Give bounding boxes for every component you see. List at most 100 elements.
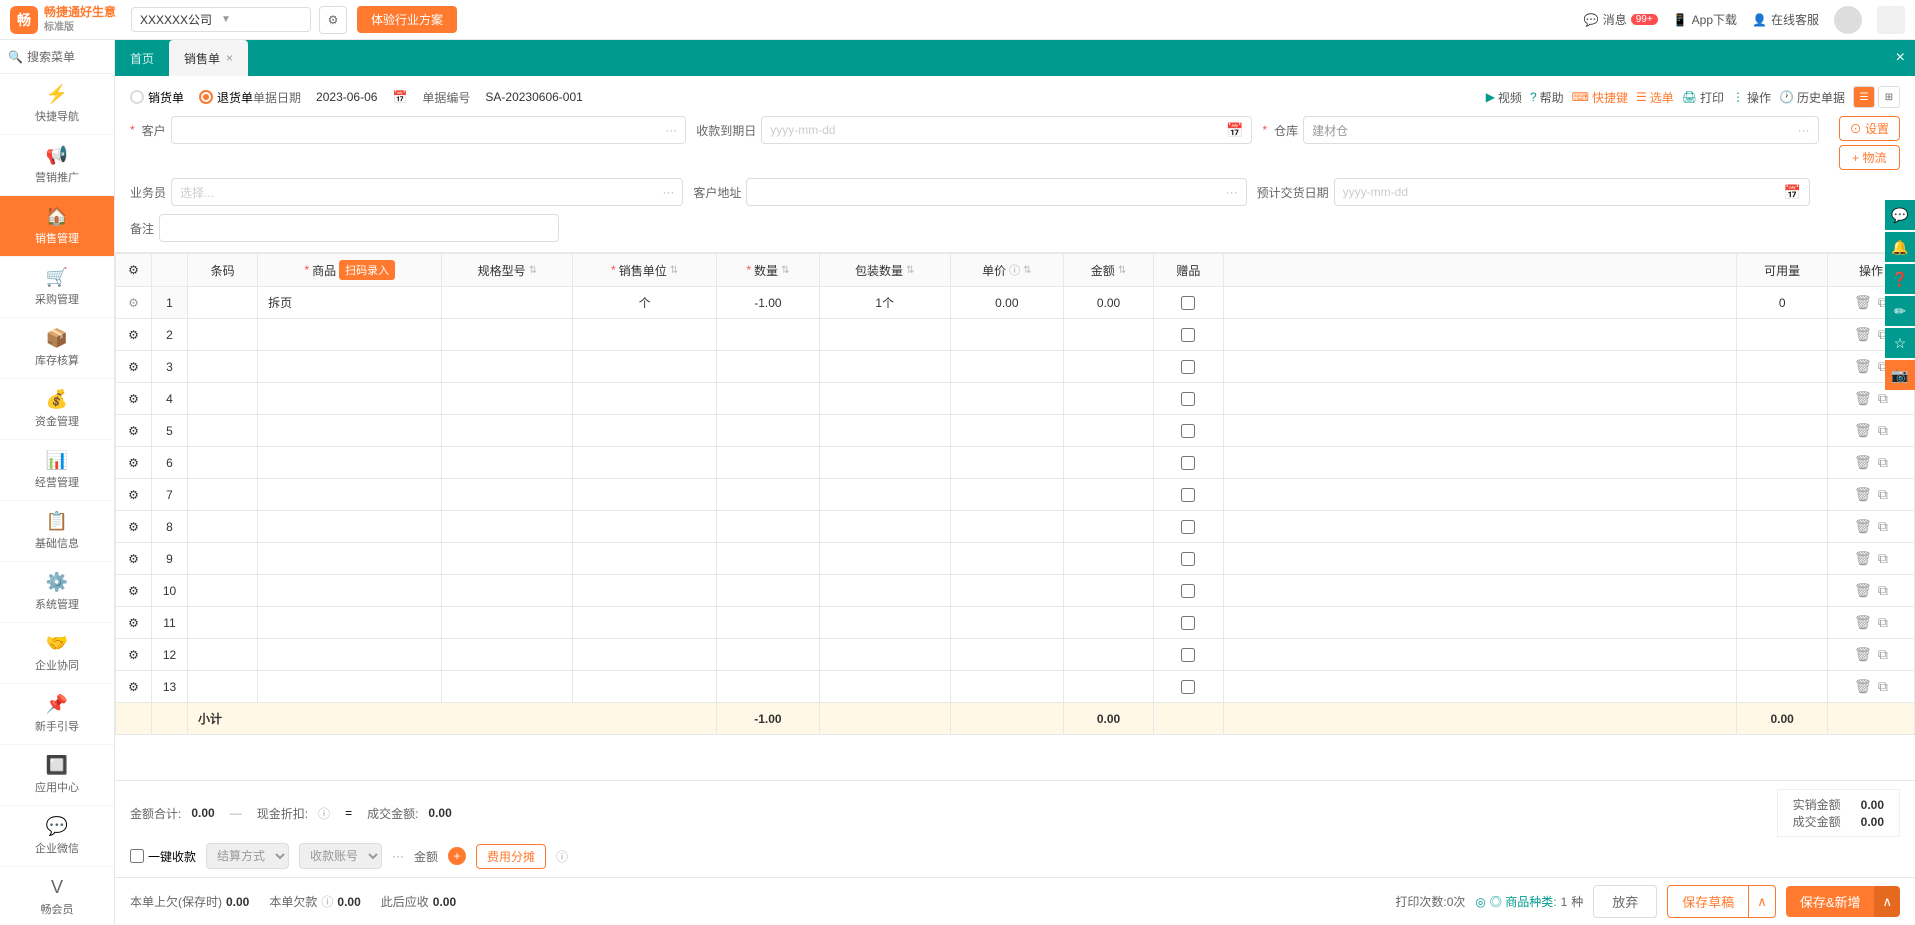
add-payment-button[interactable]: + (448, 847, 466, 865)
delete-icon[interactable]: 🗑 (1854, 678, 1872, 695)
gift-checkbox[interactable] (1181, 552, 1195, 566)
toolbar-select[interactable]: ☰ 选单 (1636, 89, 1674, 106)
toolbar-help[interactable]: ? 帮助 (1530, 89, 1564, 106)
settings-icon[interactable]: ⚙ (319, 6, 347, 34)
help-icon3[interactable]: ⓘ (321, 893, 333, 910)
copy-icon[interactable]: ⧉ (1878, 678, 1888, 695)
sidebar-item-member[interactable]: V 畅会员 (0, 867, 114, 925)
gift-checkbox[interactable] (1181, 616, 1195, 630)
float-btn-3[interactable]: ❓ (1885, 264, 1915, 294)
row-product-1[interactable]: 拆页 (258, 287, 442, 319)
tab-home[interactable]: 首页 (115, 40, 169, 76)
gift-checkbox[interactable] (1181, 456, 1195, 470)
delivery-date-input[interactable]: yyyy-mm-dd 📅 (1334, 178, 1810, 206)
fenyong-button[interactable]: 费用分摊 (476, 844, 546, 869)
sidebar-item-basic[interactable]: 📋 基础信息 (0, 501, 114, 562)
scan-button[interactable]: 扫码录入 (339, 260, 395, 280)
sidebar-item-newguide[interactable]: 📌 新手引导 (0, 684, 114, 745)
float-btn-2[interactable]: 🔔 (1885, 232, 1915, 262)
delivery-calendar-icon[interactable]: 📅 (1784, 184, 1801, 201)
customer-input[interactable]: ··· (171, 116, 687, 144)
save-draft-button[interactable]: 保存草稿 (1667, 885, 1749, 918)
gift-checkbox[interactable] (1181, 328, 1195, 342)
remarks-input[interactable] (159, 214, 559, 242)
delete-icon[interactable]: 🗑 (1854, 358, 1872, 375)
copy-icon[interactable]: ⧉ (1878, 518, 1888, 535)
radio-return[interactable]: 退货单 (199, 89, 253, 106)
gift-checkbox[interactable] (1181, 488, 1195, 502)
calendar-icon[interactable]: 📅 (392, 90, 407, 104)
experience-button[interactable]: 体验行业方案 (357, 6, 457, 33)
row-pack-qty-1[interactable]: 1个 (819, 287, 950, 319)
delete-icon[interactable]: 🗑 (1854, 550, 1872, 567)
row-quantity-1[interactable]: -1.00 (717, 287, 820, 319)
row-spec-1[interactable] (442, 287, 573, 319)
salesman-input[interactable]: 选择... ··· (171, 178, 683, 206)
delete-icon[interactable]: 🗑 (1854, 614, 1872, 631)
delete-icon[interactable]: 🗑 (1854, 646, 1872, 663)
delete-icon[interactable]: 🗑 (1854, 486, 1872, 503)
toolbar-print[interactable]: 🖨 打印 (1682, 89, 1724, 106)
one-key-payment-check[interactable] (130, 849, 144, 863)
copy-icon[interactable]: ⧉ (1878, 614, 1888, 631)
gift-checkbox[interactable] (1181, 392, 1195, 406)
delete-icon[interactable]: 🗑 (1854, 422, 1872, 439)
payment-method-select[interactable]: 结算方式 (206, 843, 289, 869)
th-settings[interactable]: ⚙ (116, 254, 152, 287)
delete-icon[interactable]: 🗑 (1854, 390, 1872, 407)
gift-checkbox[interactable] (1181, 424, 1195, 438)
gift-checkbox[interactable] (1181, 648, 1195, 662)
delete-icon-1[interactable]: 🗑 (1854, 294, 1872, 311)
delete-icon[interactable]: 🗑 (1854, 518, 1872, 535)
user-menu-icon[interactable] (1877, 6, 1905, 34)
row-barcode-1[interactable] (188, 287, 258, 319)
gift-checkbox-1[interactable] (1181, 296, 1195, 310)
list-view-icon[interactable]: ☰ (1853, 86, 1875, 108)
sidebar-item-appstore[interactable]: 🔲 应用中心 (0, 745, 114, 806)
logistics-button[interactable]: + 物流 (1839, 145, 1900, 170)
due-date-calendar-icon[interactable]: 📅 (1226, 122, 1243, 139)
tab-sales-order[interactable]: 销售单 × (169, 40, 248, 76)
copy-icon[interactable]: ⧉ (1878, 390, 1888, 407)
float-btn-5[interactable]: ☆ (1885, 328, 1915, 358)
setting-button[interactable]: ⊙ 设置 (1839, 116, 1900, 141)
radio-sales[interactable]: 销货单 (130, 89, 184, 106)
customer-dots-icon[interactable]: ··· (665, 123, 677, 137)
gift-checkbox[interactable] (1181, 520, 1195, 534)
float-btn-1[interactable]: 💬 (1885, 200, 1915, 230)
row-settings-1[interactable]: ⚙ (116, 287, 152, 319)
address-dots-icon[interactable]: ··· (1226, 185, 1238, 199)
tab-close-icon[interactable]: × (226, 51, 233, 65)
gift-checkbox[interactable] (1181, 584, 1195, 598)
search-menu[interactable]: 🔍 搜索菜单 (0, 40, 114, 74)
sidebar-item-finance[interactable]: 💰 资金管理 (0, 379, 114, 440)
account-dots-icon[interactable]: ··· (392, 849, 404, 863)
warehouse-input[interactable]: 建材仓 ··· (1303, 116, 1819, 144)
app-download-button[interactable]: 📱 App下载 (1673, 11, 1737, 28)
fenyong-help-icon[interactable]: ⓘ (556, 848, 568, 865)
sidebar-item-system[interactable]: ⚙️ 系统管理 (0, 562, 114, 623)
tab-bar-close-icon[interactable]: × (1896, 49, 1905, 67)
payment-account-select[interactable]: 收款账号 (299, 843, 382, 869)
copy-icon[interactable]: ⧉ (1878, 486, 1888, 503)
save-new-arrow-button[interactable]: ∧ (1874, 886, 1900, 917)
salesman-dots-icon[interactable]: ··· (662, 185, 674, 199)
row-unit-1[interactable]: 个 (573, 287, 717, 319)
copy-icon[interactable]: ⧉ (1878, 550, 1888, 567)
float-btn-6[interactable]: 📷 (1885, 360, 1915, 390)
sidebar-item-purchase[interactable]: 🛒 采购管理 (0, 257, 114, 318)
gift-checkbox[interactable] (1181, 360, 1195, 374)
toolbar-operation[interactable]: ⋮ 操作 (1732, 89, 1771, 106)
sidebar-item-marketing[interactable]: 📢 营销推广 (0, 135, 114, 196)
sidebar-item-enterprise[interactable]: 🤝 企业协同 (0, 623, 114, 684)
address-input[interactable]: ··· (746, 178, 1246, 206)
sidebar-item-sales[interactable]: 🏠 销售管理 (0, 196, 114, 257)
toolbar-shortcut[interactable]: ⌨ 快捷键 (1572, 89, 1628, 106)
save-new-button[interactable]: 保存&新增 (1786, 886, 1875, 917)
save-draft-arrow-button[interactable]: ∧ (1749, 885, 1776, 918)
help-icon2[interactable]: ⓘ (318, 805, 330, 822)
sidebar-item-operation[interactable]: 📊 经营管理 (0, 440, 114, 501)
sidebar-item-shortcut[interactable]: ⚡ 快捷导航 (0, 74, 114, 135)
message-button[interactable]: 💬 消息 99+ (1584, 11, 1658, 28)
gift-checkbox[interactable] (1181, 680, 1195, 694)
